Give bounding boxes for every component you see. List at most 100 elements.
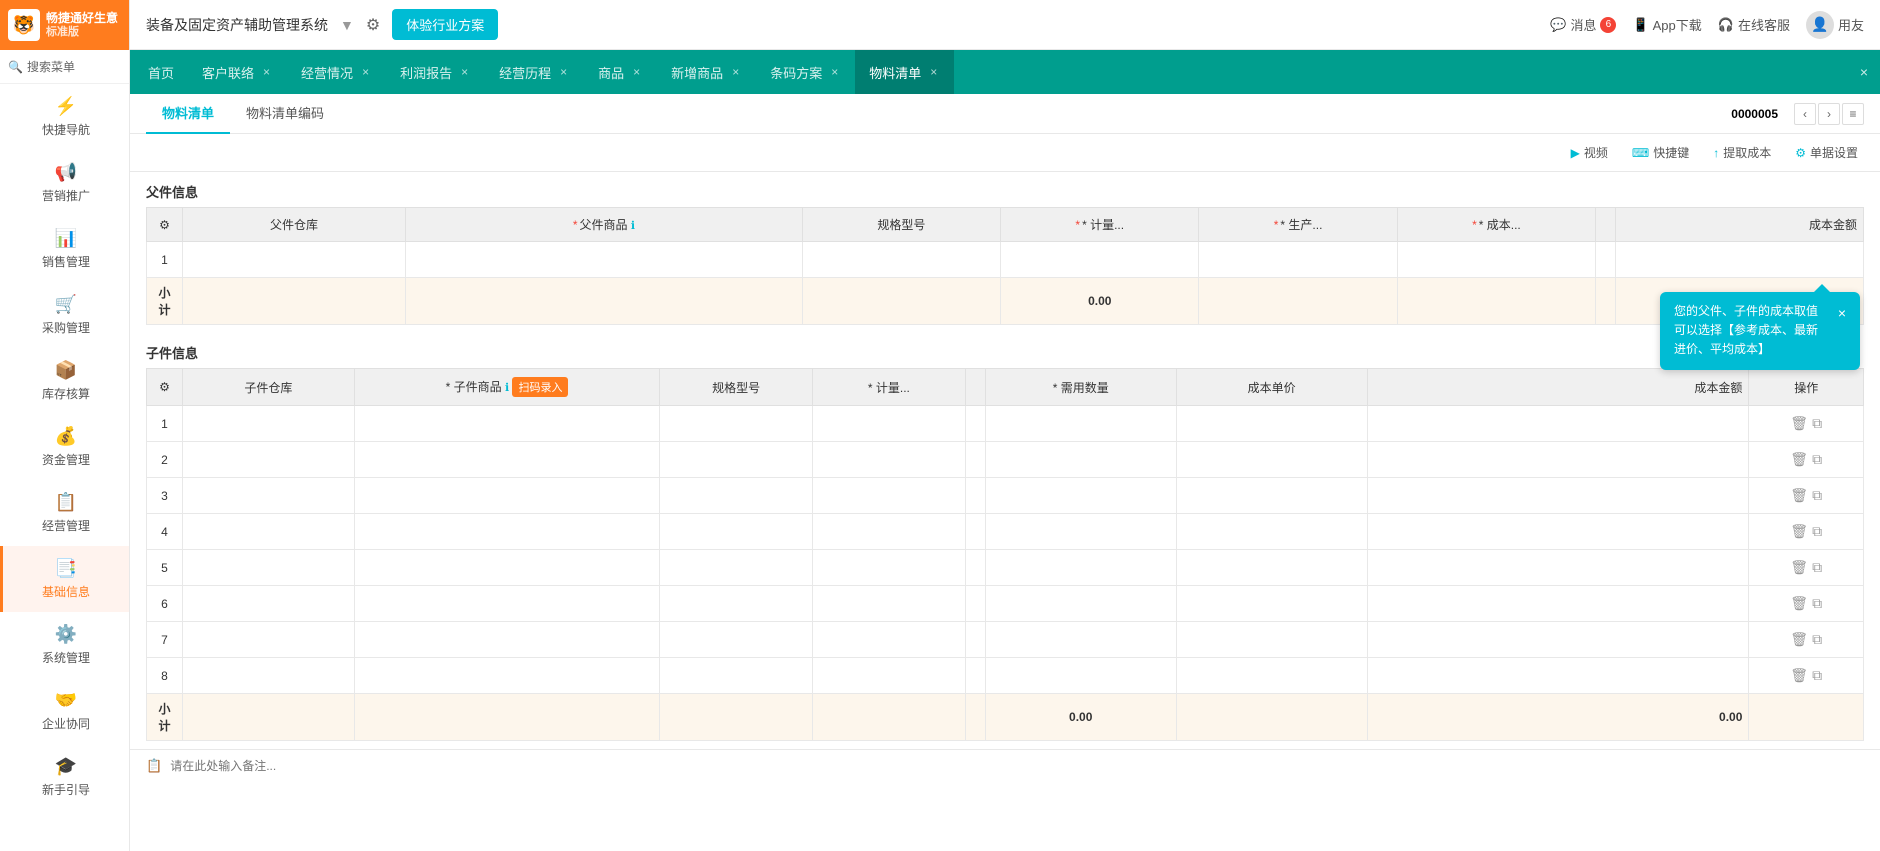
child-row-needed-qty[interactable] xyxy=(985,658,1176,694)
sub-tab-bom-code[interactable]: 物料清单编码 xyxy=(230,94,340,134)
delete-icon[interactable]: 🗑 xyxy=(1790,559,1808,576)
tab-profit[interactable]: 利润报告 × xyxy=(386,50,485,94)
copy-icon[interactable]: ⧉ xyxy=(1812,451,1822,468)
child-row-needed-qty[interactable] xyxy=(985,478,1176,514)
child-settings-gear-icon[interactable]: ⚙ xyxy=(159,380,170,394)
tab-customers-close[interactable]: × xyxy=(260,64,273,80)
child-row-unit-cost[interactable] xyxy=(1176,550,1367,586)
child-row-warehouse[interactable] xyxy=(183,514,355,550)
nav-prev-btn[interactable]: ‹ xyxy=(1794,103,1816,125)
copy-icon[interactable]: ⧉ xyxy=(1812,415,1822,432)
child-row-product[interactable] xyxy=(354,406,659,442)
child-row-warehouse[interactable] xyxy=(183,550,355,586)
tab-history-close[interactable]: × xyxy=(557,64,570,80)
single-settings-btn[interactable]: ⚙ 单据设置 xyxy=(1789,140,1864,165)
tab-history[interactable]: 经营历程 × xyxy=(485,50,584,94)
shortcut-btn[interactable]: ⌨ 快捷键 xyxy=(1626,140,1695,165)
sidebar-item-basic[interactable]: 📑 基础信息 xyxy=(0,546,129,612)
child-row-qty-unit[interactable] xyxy=(813,622,966,658)
child-row-needed-qty[interactable] xyxy=(985,550,1176,586)
parent-row-produce[interactable] xyxy=(1199,242,1397,278)
child-row-spec[interactable] xyxy=(660,550,813,586)
child-row-qty-unit[interactable] xyxy=(813,442,966,478)
delete-icon[interactable]: 🗑 xyxy=(1790,523,1808,540)
child-row-qty-unit[interactable] xyxy=(813,514,966,550)
child-row-product[interactable] xyxy=(354,478,659,514)
sidebar-item-finance[interactable]: 💰 资金管理 xyxy=(0,414,129,480)
sidebar-item-sales[interactable]: 📊 销售管理 xyxy=(0,216,129,282)
child-row-spec[interactable] xyxy=(660,442,813,478)
trial-button[interactable]: 体验行业方案 xyxy=(392,9,498,40)
child-row-spec[interactable] xyxy=(660,514,813,550)
tab-new-products-close[interactable]: × xyxy=(729,64,742,80)
child-row-warehouse[interactable] xyxy=(183,478,355,514)
message-action[interactable]: 💬 消息 6 xyxy=(1550,15,1616,34)
note-input[interactable] xyxy=(170,759,1864,773)
child-row-cost-amount[interactable] xyxy=(1367,406,1749,442)
child-row-spec[interactable] xyxy=(660,478,813,514)
child-row-unit-cost[interactable] xyxy=(1176,514,1367,550)
child-row-unit-cost[interactable] xyxy=(1176,586,1367,622)
copy-icon[interactable]: ⧉ xyxy=(1812,667,1822,684)
tab-operations[interactable]: 经营情况 × xyxy=(287,50,386,94)
delete-icon[interactable]: 🗑 xyxy=(1790,595,1808,612)
child-row-cost-amount[interactable] xyxy=(1367,514,1749,550)
settings-gear-icon[interactable]: ⚙ xyxy=(159,218,170,232)
sidebar-item-marketing[interactable]: 📢 营销推广 xyxy=(0,150,129,216)
child-row-product[interactable] xyxy=(354,658,659,694)
child-row-warehouse[interactable] xyxy=(183,586,355,622)
child-row-unit-cost[interactable] xyxy=(1176,442,1367,478)
child-row-unit-cost[interactable] xyxy=(1176,478,1367,514)
child-row-warehouse[interactable] xyxy=(183,622,355,658)
child-row-needed-qty[interactable] xyxy=(985,442,1176,478)
child-row-unit-cost[interactable] xyxy=(1176,406,1367,442)
child-row-warehouse[interactable] xyxy=(183,406,355,442)
tooltip-close-btn[interactable]: × xyxy=(1838,302,1846,324)
sidebar-item-system[interactable]: ⚙️ 系统管理 xyxy=(0,612,129,678)
tab-products[interactable]: 商品 × xyxy=(584,50,657,94)
child-row-cost-amount[interactable] xyxy=(1367,550,1749,586)
child-row-cost-amount[interactable] xyxy=(1367,442,1749,478)
child-row-needed-qty[interactable] xyxy=(985,406,1176,442)
child-row-unit-cost[interactable] xyxy=(1176,658,1367,694)
child-row-qty-unit[interactable] xyxy=(813,406,966,442)
child-row-qty-unit[interactable] xyxy=(813,478,966,514)
user-action[interactable]: 👤 用友 xyxy=(1806,11,1864,39)
parent-row-spec[interactable] xyxy=(802,242,1000,278)
sidebar-item-operations[interactable]: 📋 经营管理 xyxy=(0,480,129,546)
sub-tab-bom-list[interactable]: 物料清单 xyxy=(146,94,230,134)
sidebar-search-item[interactable]: 🔍 搜索菜单 xyxy=(0,50,129,84)
child-row-cost-amount[interactable] xyxy=(1367,622,1749,658)
app-download-action[interactable]: 📱 App下载 xyxy=(1632,15,1701,34)
tab-bom[interactable]: 物料清单 × xyxy=(855,50,954,94)
tab-customers[interactable]: 客户联络 × xyxy=(188,50,287,94)
tab-bom-close[interactable]: × xyxy=(927,64,940,80)
child-row-spec[interactable] xyxy=(660,622,813,658)
delete-icon[interactable]: 🗑 xyxy=(1790,415,1808,432)
child-row-product[interactable] xyxy=(354,622,659,658)
child-row-needed-qty[interactable] xyxy=(985,514,1176,550)
online-service-action[interactable]: 🎧 在线客服 xyxy=(1718,15,1790,34)
child-row-cost-amount[interactable] xyxy=(1367,478,1749,514)
sidebar-item-enterprise[interactable]: 🤝 企业协同 xyxy=(0,678,129,744)
parent-row-qty-unit[interactable] xyxy=(1001,242,1199,278)
tab-products-close[interactable]: × xyxy=(630,64,643,80)
delete-icon[interactable]: 🗑 xyxy=(1790,631,1808,648)
sidebar-item-guide[interactable]: 🎓 新手引导 xyxy=(0,744,129,810)
page-close-btn[interactable]: × xyxy=(1852,50,1876,94)
tab-profit-close[interactable]: × xyxy=(458,64,471,80)
parent-row-cost-amount[interactable] xyxy=(1616,242,1864,278)
child-row-spec[interactable] xyxy=(660,406,813,442)
child-row-cost-amount[interactable] xyxy=(1367,658,1749,694)
video-btn[interactable]: ▶ 视频 xyxy=(1565,140,1614,165)
copy-icon[interactable]: ⧉ xyxy=(1812,487,1822,504)
child-row-qty-unit[interactable] xyxy=(813,550,966,586)
copy-icon[interactable]: ⧉ xyxy=(1812,559,1822,576)
delete-icon[interactable]: 🗑 xyxy=(1790,667,1808,684)
sidebar-item-inventory[interactable]: 📦 库存核算 xyxy=(0,348,129,414)
nav-next-btn[interactable]: › xyxy=(1818,103,1840,125)
parent-row-cost[interactable] xyxy=(1397,242,1595,278)
parent-row-warehouse[interactable] xyxy=(183,242,406,278)
system-dropdown-btn[interactable]: ▼ xyxy=(340,17,354,33)
child-row-needed-qty[interactable] xyxy=(985,622,1176,658)
